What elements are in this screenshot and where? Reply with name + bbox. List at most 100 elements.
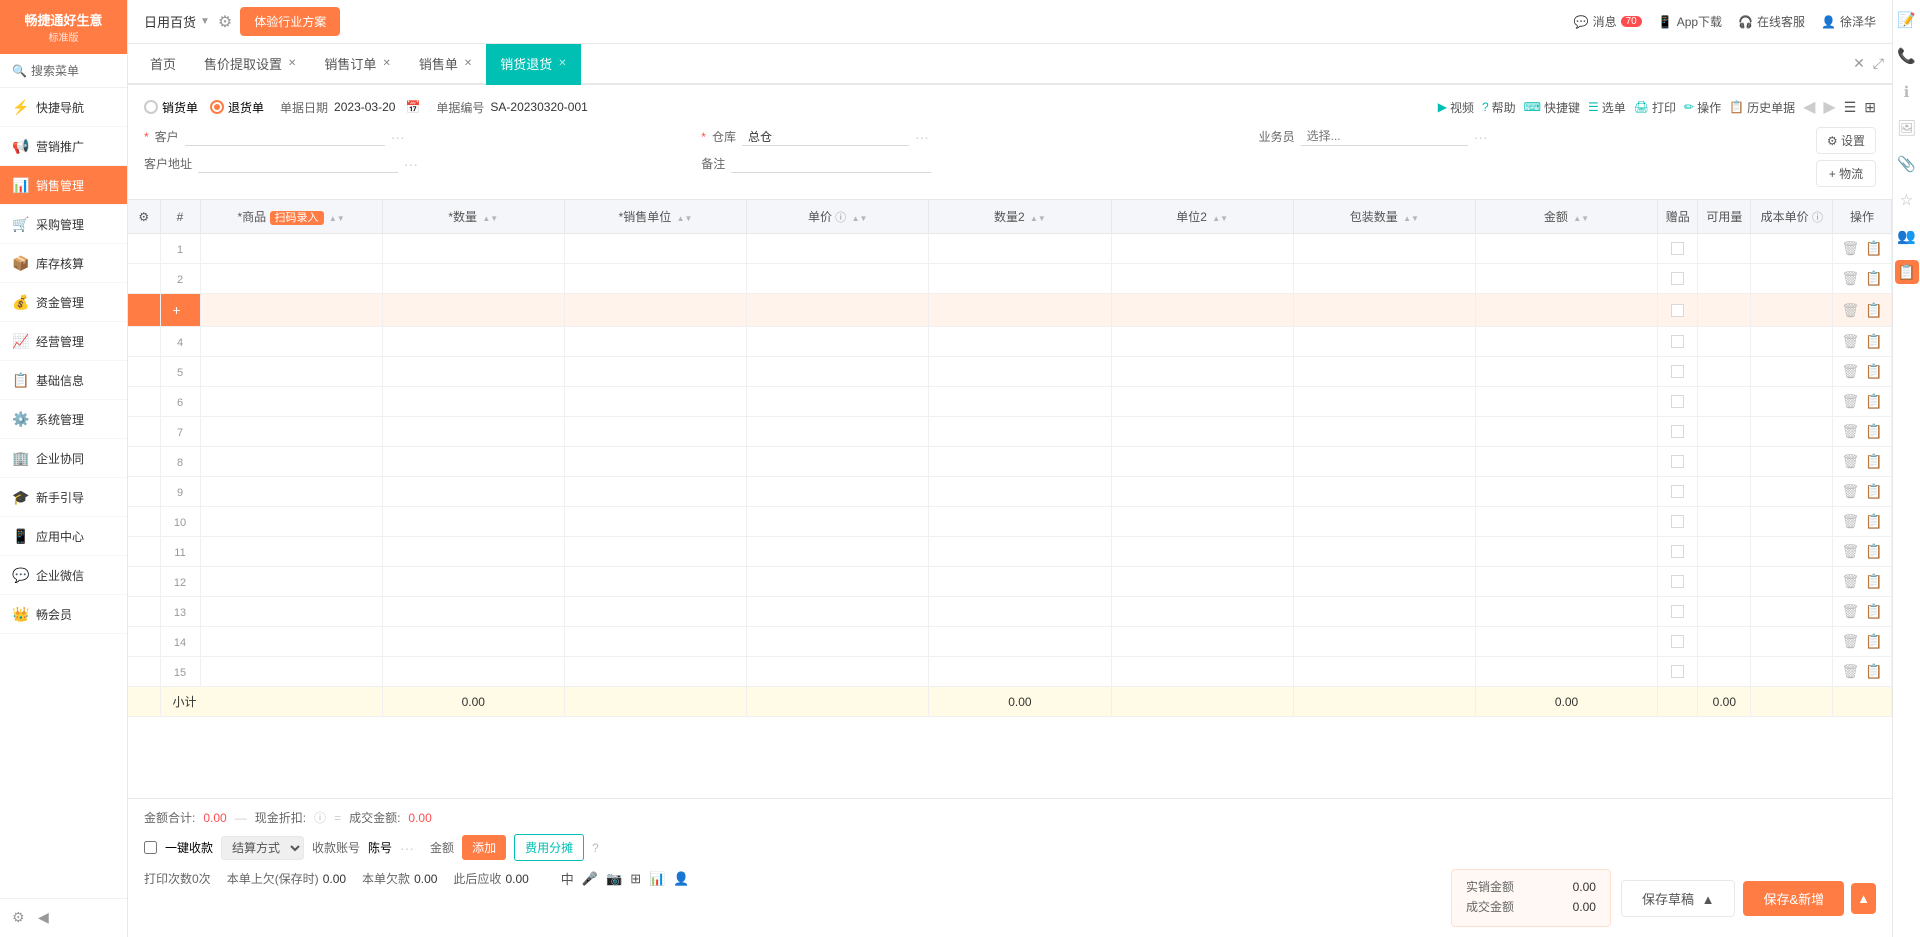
package-input[interactable] (1300, 515, 1469, 529)
amount-input[interactable] (1482, 425, 1651, 439)
price-input[interactable] (753, 335, 922, 349)
operations-btn[interactable]: ✏ 操作 (1684, 99, 1721, 116)
unit-input[interactable] (571, 303, 740, 317)
qty2-input[interactable] (935, 303, 1104, 317)
sort-unit-icon[interactable]: ▲▼ (677, 214, 693, 223)
qty-input[interactable] (389, 605, 558, 619)
package-input[interactable] (1300, 242, 1469, 256)
price-input[interactable] (753, 303, 922, 317)
gift-checkbox[interactable] (1671, 335, 1684, 348)
save-draft-button[interactable]: 保存草稿 ▲ (1621, 880, 1736, 917)
cell-qty[interactable] (382, 567, 564, 597)
qty2-input[interactable] (935, 575, 1104, 589)
cell-qty2[interactable] (929, 294, 1111, 327)
cell-package[interactable] (1293, 327, 1475, 357)
qty-input[interactable] (389, 665, 558, 679)
copy-row-icon[interactable]: 📋 (1865, 270, 1882, 287)
gift-checkbox[interactable] (1671, 665, 1684, 678)
cell-qty2[interactable] (929, 327, 1111, 357)
goods-input[interactable] (207, 303, 376, 317)
table-settings-icon[interactable]: ⚙ (138, 210, 149, 224)
cell-unit[interactable] (564, 537, 746, 567)
cell-unit2[interactable] (1111, 417, 1293, 447)
view-list-icon[interactable]: ☰ (1844, 99, 1857, 116)
message-btn[interactable]: 💬 消息 70 (1574, 13, 1642, 30)
cell-goods[interactable] (200, 477, 382, 507)
user-profile-btn[interactable]: 👤 徐泽华 (1821, 13, 1876, 30)
goods-input[interactable] (207, 665, 376, 679)
gift-checkbox[interactable] (1671, 605, 1684, 618)
cell-price[interactable] (747, 597, 929, 627)
cell-unit[interactable] (564, 477, 746, 507)
right-sidebar-img-icon[interactable]: 🖼 (1895, 116, 1919, 140)
unit-input[interactable] (571, 395, 740, 409)
cell-goods[interactable] (200, 507, 382, 537)
qty2-input[interactable] (935, 455, 1104, 469)
price-input[interactable] (753, 605, 922, 619)
cell-package[interactable] (1293, 507, 1475, 537)
amount-input[interactable] (1482, 485, 1651, 499)
amount-input[interactable] (1482, 545, 1651, 559)
package-input[interactable] (1300, 665, 1469, 679)
gift-checkbox[interactable] (1671, 242, 1684, 255)
cell-qty[interactable] (382, 597, 564, 627)
warehouse-input[interactable] (742, 127, 909, 146)
goods-input[interactable] (207, 485, 376, 499)
cell-unit[interactable] (564, 447, 746, 477)
copy-row-icon[interactable]: 📋 (1865, 513, 1882, 530)
copy-row-icon[interactable]: 📋 (1865, 663, 1882, 680)
cell-goods[interactable] (200, 567, 382, 597)
cell-unit2[interactable] (1111, 657, 1293, 687)
cell-qty2[interactable] (929, 234, 1111, 264)
unit2-input[interactable] (1118, 242, 1287, 256)
gift-checkbox[interactable] (1671, 272, 1684, 285)
cell-qty2[interactable] (929, 507, 1111, 537)
sidebar-item-purchase[interactable]: 🛒 采购管理 (0, 205, 127, 244)
cell-qty2[interactable] (929, 537, 1111, 567)
sort-amount-icon[interactable]: ▲▼ (1573, 214, 1589, 223)
cell-qty[interactable] (382, 417, 564, 447)
qty-input[interactable] (389, 272, 558, 286)
online-service-btn[interactable]: 🎧 在线客服 (1738, 13, 1805, 30)
amount-input[interactable] (1482, 365, 1651, 379)
right-sidebar-active-icon[interactable]: 📋 (1895, 260, 1919, 284)
qty-input[interactable] (389, 425, 558, 439)
cell-price[interactable] (747, 417, 929, 447)
cell-package[interactable] (1293, 234, 1475, 264)
cell-qty2[interactable] (929, 627, 1111, 657)
cell-amount[interactable] (1475, 627, 1657, 657)
goods-input[interactable] (207, 272, 376, 286)
goods-input[interactable] (207, 335, 376, 349)
cell-amount[interactable] (1475, 567, 1657, 597)
goods-input[interactable] (207, 395, 376, 409)
copy-row-icon[interactable]: 📋 (1865, 543, 1882, 560)
unit-input[interactable] (571, 365, 740, 379)
unit-input[interactable] (571, 425, 740, 439)
cell-unit2[interactable] (1111, 597, 1293, 627)
cell-goods[interactable] (200, 357, 382, 387)
qty2-input[interactable] (935, 425, 1104, 439)
copy-row-icon[interactable]: 📋 (1865, 333, 1882, 350)
price-input[interactable] (753, 242, 922, 256)
cell-price[interactable] (747, 657, 929, 687)
qty-input[interactable] (389, 515, 558, 529)
cell-price[interactable] (747, 294, 929, 327)
qty-input[interactable] (389, 575, 558, 589)
amount-input[interactable] (1482, 335, 1651, 349)
delete-row-icon[interactable]: 🗑 (1841, 603, 1859, 620)
package-input[interactable] (1300, 635, 1469, 649)
cell-qty[interactable] (382, 264, 564, 294)
delete-row-icon[interactable]: 🗑 (1841, 543, 1859, 560)
package-input[interactable] (1300, 365, 1469, 379)
qty2-input[interactable] (935, 545, 1104, 559)
sidebar-item-appstore[interactable]: 📱 应用中心 (0, 517, 127, 556)
unit-input[interactable] (571, 455, 740, 469)
cell-qty[interactable] (382, 327, 564, 357)
tab-close-all-icon[interactable]: ✕ (1853, 55, 1865, 72)
copy-row-icon[interactable]: 📋 (1865, 633, 1882, 650)
staff-select-icon[interactable]: ··· (1474, 129, 1488, 145)
unit2-input[interactable] (1118, 395, 1287, 409)
unit2-input[interactable] (1118, 485, 1287, 499)
cell-amount[interactable] (1475, 327, 1657, 357)
delete-row-icon[interactable]: 🗑 (1841, 363, 1859, 380)
